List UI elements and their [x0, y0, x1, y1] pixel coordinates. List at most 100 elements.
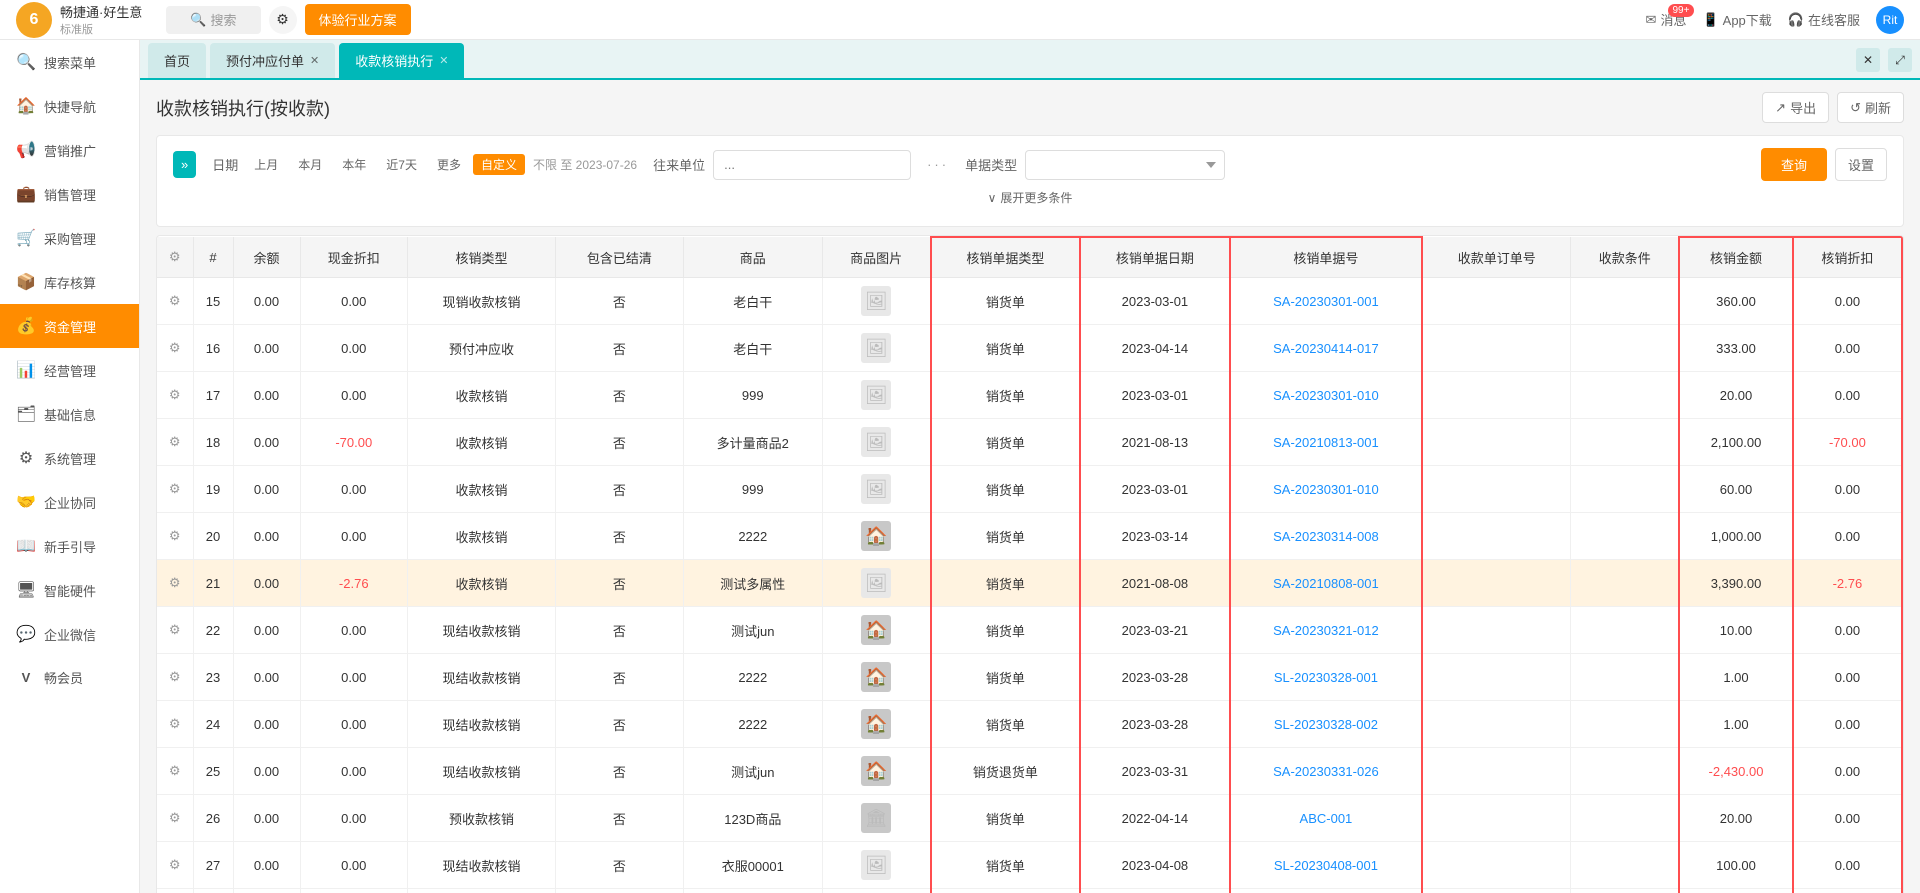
tab-prepay[interactable]: 预付冲应付单 ✕	[210, 43, 335, 78]
sidebar-item-member[interactable]: V 畅会员	[0, 656, 139, 699]
user-avatar[interactable]: Rit	[1876, 6, 1904, 34]
writeoff-doc-link[interactable]: SA-20230301-001	[1273, 294, 1379, 309]
tab-collection[interactable]: 收款核销执行 ✕	[339, 43, 464, 78]
writeoff-doc-link[interactable]: SA-20230301-010	[1273, 482, 1379, 497]
writeoff-doc-link[interactable]: SL-20230328-001	[1274, 670, 1378, 685]
sidebar-item-purchase[interactable]: 🛒 采购管理	[0, 216, 139, 260]
sidebar-item-inventory[interactable]: 📦 库存核算	[0, 260, 139, 304]
td-goods: 2222	[683, 513, 822, 560]
goods-thumb: 🖼	[861, 380, 891, 410]
td-writeoff-discount: 0.00	[1793, 654, 1902, 701]
date-last-month[interactable]: 上月	[246, 154, 286, 175]
writeoff-doc-link[interactable]: ABC-001	[1300, 811, 1353, 826]
row-settings-icon[interactable]: ⚙	[169, 387, 181, 402]
td-settings: ⚙	[157, 325, 193, 372]
row-settings-icon[interactable]: ⚙	[169, 293, 181, 308]
row-settings-icon[interactable]: ⚙	[169, 763, 181, 778]
writeoff-doc-link[interactable]: SA-20230414-017	[1273, 341, 1379, 356]
row-settings-icon[interactable]: ⚙	[169, 575, 181, 590]
sidebar-item-search[interactable]: 🔍 搜索菜单	[0, 40, 139, 84]
writeoff-doc-link[interactable]: SA-20210808-001	[1273, 576, 1379, 591]
writeoff-doc-link[interactable]: SA-20230331-026	[1273, 764, 1379, 779]
app-download-item[interactable]: 📱 App下载	[1702, 10, 1771, 29]
sidebar-item-shortcut[interactable]: 🏠 快捷导航	[0, 84, 139, 128]
filter-toggle-btn[interactable]: »	[173, 151, 196, 178]
td-writeoff-doc-date: 2023-03-14	[1080, 513, 1230, 560]
doc-type-label: 单据类型	[965, 155, 1017, 174]
goods-thumb: 🖼	[861, 286, 891, 316]
goods-thumb: 🏠	[861, 756, 891, 786]
settings-btn[interactable]: 设置	[1835, 148, 1887, 181]
td-goods-image: 🏠	[822, 607, 930, 654]
td-cash-discount: -2.76	[300, 560, 408, 607]
query-btn[interactable]: 查询	[1761, 148, 1827, 181]
tab-close-btn[interactable]: ✕	[1856, 48, 1880, 72]
sidebar-item-guide[interactable]: 📖 新手引导	[0, 524, 139, 568]
table-row: ⚙ 17 0.00 0.00 收款核销 否 999 🖼 销货单 2023-03-…	[157, 372, 1902, 419]
writeoff-doc-link[interactable]: SA-20230321-012	[1273, 623, 1379, 638]
td-collection-terms	[1571, 372, 1679, 419]
settings-col-icon[interactable]: ⚙	[169, 249, 181, 264]
date-7days[interactable]: 近7天	[378, 154, 425, 175]
expand-row: ∨ 展开更多条件	[173, 181, 1887, 214]
sidebar-item-hardware[interactable]: 🖥 智能硬件	[0, 568, 139, 612]
row-settings-icon[interactable]: ⚙	[169, 810, 181, 825]
tab-home[interactable]: 首页	[148, 43, 206, 78]
gear-button[interactable]: ⚙	[269, 6, 297, 34]
sidebar-item-basic[interactable]: 🗂 基础信息	[0, 392, 139, 436]
writeoff-doc-link[interactable]: SL-20230408-001	[1274, 858, 1378, 873]
row-settings-icon[interactable]: ⚙	[169, 669, 181, 684]
writeoff-doc-link[interactable]: SA-20210813-001	[1273, 435, 1379, 450]
td-writeoff-amount: 2,100.00	[1679, 419, 1793, 466]
partner-input[interactable]	[713, 150, 911, 180]
row-settings-icon[interactable]: ⚙	[169, 857, 181, 872]
td-goods-image: 🏛	[822, 795, 930, 842]
expand-btn[interactable]: ∨ 展开更多条件	[988, 189, 1073, 206]
export-btn[interactable]: ↗ 导出	[1762, 92, 1829, 123]
tab-collection-close[interactable]: ✕	[439, 54, 448, 67]
tab-prepay-close[interactable]: ✕	[310, 54, 319, 67]
sidebar-item-marketing[interactable]: 📢 营销推广	[0, 128, 139, 172]
td-balance: 0.00	[233, 372, 300, 419]
td-writeoff-doc-type: 销货单	[931, 842, 1081, 889]
refresh-btn[interactable]: ↺ 刷新	[1837, 92, 1904, 123]
sidebar-item-sales[interactable]: 💼 销售管理	[0, 172, 139, 216]
td-writeoff-type: 收款核销	[408, 372, 556, 419]
td-goods-image: 🏠	[822, 513, 930, 560]
td-included-settled: 否	[556, 325, 684, 372]
date-more[interactable]: 更多	[429, 154, 469, 175]
td-writeoff-doc-date: 2022-04-14	[1080, 795, 1230, 842]
date-custom[interactable]: 自定义	[473, 154, 525, 175]
sidebar-item-wechat[interactable]: 💬 企业微信	[0, 612, 139, 656]
sidebar-item-system[interactable]: ⚙ 系统管理	[0, 436, 139, 480]
sidebar-item-finance[interactable]: 💰 资金管理	[0, 304, 139, 348]
row-settings-icon[interactable]: ⚙	[169, 340, 181, 355]
td-seq: 24	[193, 701, 233, 748]
sidebar-label-enterprise: 企业协同	[44, 493, 96, 512]
td-goods: 测试jun	[683, 748, 822, 795]
td-goods: 123D商品	[683, 795, 822, 842]
row-settings-icon[interactable]: ⚙	[169, 434, 181, 449]
th-cash-discount: 现金折扣	[300, 237, 408, 278]
date-this-month[interactable]: 本月	[290, 154, 330, 175]
writeoff-doc-link[interactable]: SL-20230328-002	[1274, 717, 1378, 732]
row-settings-icon[interactable]: ⚙	[169, 481, 181, 496]
sidebar-item-operations[interactable]: 📊 经营管理	[0, 348, 139, 392]
row-settings-icon[interactable]: ⚙	[169, 622, 181, 637]
writeoff-doc-link[interactable]: SA-20230314-008	[1273, 529, 1379, 544]
td-cash-discount: 0.00	[300, 795, 408, 842]
tab-expand-btn[interactable]: ⤢	[1888, 48, 1912, 72]
doc-type-select[interactable]	[1025, 150, 1225, 180]
notification-item[interactable]: ✉ 消息 99+	[1646, 10, 1687, 29]
date-this-year[interactable]: 本年	[334, 154, 374, 175]
sidebar-item-enterprise[interactable]: 🤝 企业协同	[0, 480, 139, 524]
online-service-item[interactable]: 🎧 在线客服	[1788, 10, 1860, 29]
td-writeoff-doc-no: SA-20230321-012	[1230, 607, 1422, 654]
marketing-icon: 📢	[16, 140, 36, 160]
top-search-input[interactable]: 🔍 搜索	[166, 6, 260, 34]
row-settings-icon[interactable]: ⚙	[169, 528, 181, 543]
writeoff-doc-link[interactable]: SA-20230301-010	[1273, 388, 1379, 403]
row-settings-icon[interactable]: ⚙	[169, 716, 181, 731]
td-writeoff-doc-date: 2023-03-28	[1080, 654, 1230, 701]
industry-btn[interactable]: 体验行业方案	[305, 4, 411, 35]
